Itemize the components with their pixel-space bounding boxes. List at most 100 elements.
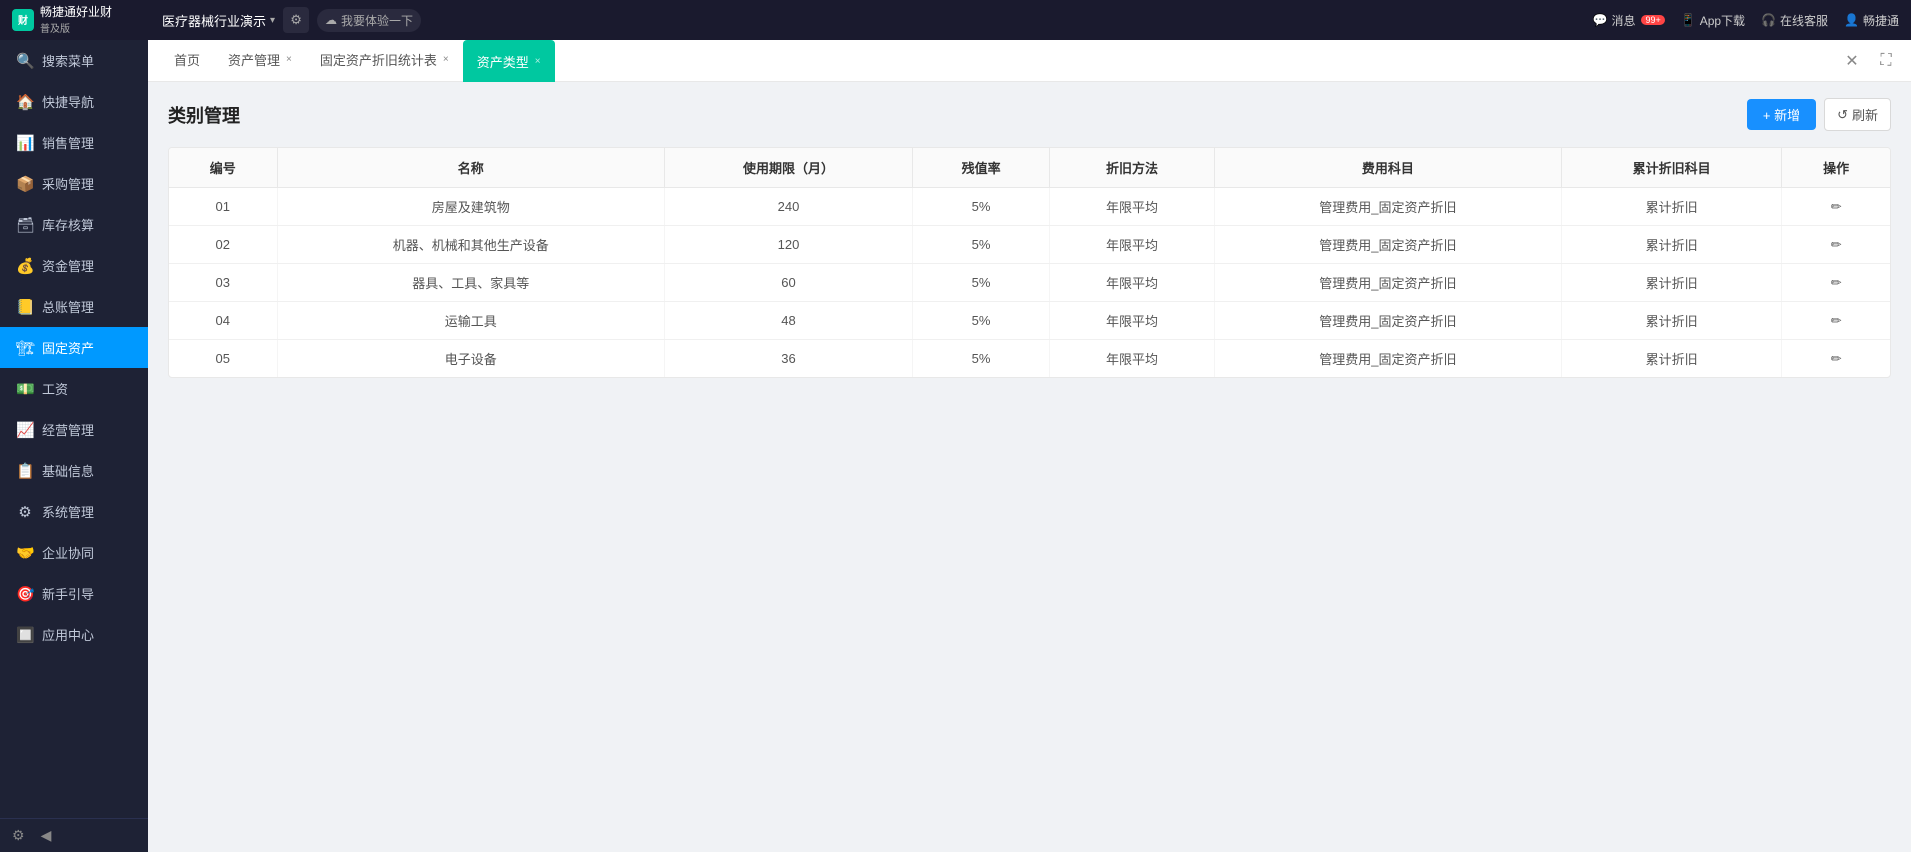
- inventory-icon: 🗃: [16, 216, 34, 234]
- download-icon: 📱: [1681, 13, 1696, 27]
- cell-action[interactable]: ✏: [1782, 188, 1890, 226]
- sidebar-item-salary[interactable]: 💵 工资: [0, 368, 148, 409]
- col-header-method: 折旧方法: [1050, 148, 1215, 188]
- settings-bottom-icon[interactable]: ⚙: [12, 827, 25, 844]
- cell-action[interactable]: ✏: [1782, 264, 1890, 302]
- cell-method: 年限平均: [1050, 188, 1215, 226]
- cell-action[interactable]: ✏: [1782, 340, 1890, 378]
- sidebar-item-label: 企业协同: [42, 543, 94, 562]
- cell-expense: 管理费用_固定资产折旧: [1214, 226, 1561, 264]
- sidebar-item-label: 资金管理: [42, 256, 94, 275]
- sidebar-item-fixed-assets[interactable]: 🏗 固定资产: [0, 327, 148, 368]
- logo-title: 畅捷通好业财: [40, 5, 112, 19]
- tab-asset-type[interactable]: 资产类型×: [463, 40, 555, 82]
- cell-accum: 累计折旧: [1561, 340, 1781, 378]
- enterprise-icon: 🤝: [16, 544, 34, 562]
- cloud-icon: ☁: [325, 13, 337, 27]
- cell-method: 年限平均: [1050, 340, 1215, 378]
- close-tab-button[interactable]: ✕: [1839, 48, 1865, 74]
- sidebar-item-capital[interactable]: 💰 资金管理: [0, 245, 148, 286]
- purchase-icon: 📦: [16, 175, 34, 193]
- data-table: 编号名称使用期限（月）残值率折旧方法费用科目累计折旧科目操作 01房屋及建筑物2…: [168, 147, 1891, 378]
- sidebar-item-search[interactable]: 🔍 搜索菜单: [0, 40, 148, 81]
- cell-name[interactable]: 电子设备: [277, 340, 664, 378]
- cell-period: 48: [664, 302, 912, 340]
- col-header-expense: 费用科目: [1214, 148, 1561, 188]
- sidebar-item-purchase[interactable]: 📦 采购管理: [0, 163, 148, 204]
- cell-name[interactable]: 运输工具: [277, 302, 664, 340]
- topbar: 财 畅捷通好业财 普及版 医疗器械行业演示 ▾ ⚙ ☁ 我要体验一下 💬 消息 …: [0, 0, 1911, 40]
- cell-name[interactable]: 机器、机械和其他生产设备: [277, 226, 664, 264]
- cell-name[interactable]: 房屋及建筑物: [277, 188, 664, 226]
- cell-action[interactable]: ✏: [1782, 226, 1890, 264]
- table-row: 02机器、机械和其他生产设备1205%年限平均管理费用_固定资产折旧累计折旧✏: [169, 226, 1890, 264]
- cell-method: 年限平均: [1050, 226, 1215, 264]
- sidebar-item-app-center[interactable]: 🔲 应用中心: [0, 614, 148, 655]
- quick-nav-icon: 🏠: [16, 93, 34, 111]
- experience-button[interactable]: ☁ 我要体验一下: [317, 9, 421, 32]
- sidebar-item-inventory[interactable]: 🗃 库存核算: [0, 204, 148, 245]
- logo-subtitle: 普及版: [40, 20, 112, 35]
- settings-button[interactable]: ⚙: [283, 7, 309, 33]
- notification-label: 消息: [1611, 12, 1635, 29]
- notification-badge: 99+: [1641, 15, 1664, 25]
- tab-home[interactable]: 首页: [160, 40, 214, 82]
- headset-icon: 🎧: [1761, 13, 1776, 27]
- page-content: 类别管理 + 新增 ↺ 刷新 编号名称使用期限（月）残值率折旧方法费用科目累计折…: [148, 82, 1911, 852]
- sidebar-bottom: ⚙ ◀: [0, 818, 148, 852]
- tab-asset-mgmt[interactable]: 资产管理 ×: [214, 40, 306, 82]
- maximize-tab-button[interactable]: ⛶: [1873, 48, 1899, 74]
- refresh-button[interactable]: ↺ 刷新: [1824, 98, 1891, 131]
- sidebar-item-basic-info[interactable]: 📋 基础信息: [0, 450, 148, 491]
- close-tab-asset-type-button[interactable]: ×: [535, 56, 541, 67]
- salary-icon: 💵: [16, 380, 34, 398]
- sidebar-item-guide[interactable]: 🎯 新手引导: [0, 573, 148, 614]
- cell-period: 120: [664, 226, 912, 264]
- table-row: 03器具、工具、家具等605%年限平均管理费用_固定资产折旧累计折旧✏: [169, 264, 1890, 302]
- tab-label-asset-mgmt: 资产管理: [228, 50, 280, 69]
- sidebar-item-system[interactable]: ⚙ 系统管理: [0, 491, 148, 532]
- tab-depreciation-report[interactable]: 固定资产折旧统计表×: [306, 40, 463, 82]
- ledger-icon: 📒: [16, 298, 34, 316]
- sidebar-item-label: 系统管理: [42, 502, 94, 521]
- cell-expense: 管理费用_固定资产折旧: [1214, 302, 1561, 340]
- gear-icon: ⚙: [290, 12, 302, 28]
- page-header: 类别管理 + 新增 ↺ 刷新: [168, 98, 1891, 131]
- cell-accum: 累计折旧: [1561, 264, 1781, 302]
- sidebar-item-label: 应用中心: [42, 625, 94, 644]
- company-selector[interactable]: 医疗器械行业演示 ▾: [162, 11, 275, 30]
- close-tab-asset-mgmt-button[interactable]: ×: [286, 54, 292, 65]
- sidebar-item-label: 新手引导: [42, 584, 94, 603]
- app-download-button[interactable]: 📱 App下载: [1681, 12, 1745, 29]
- user-button[interactable]: 👤 畅捷通: [1844, 12, 1899, 29]
- sidebar-item-sales[interactable]: 📊 销售管理: [0, 122, 148, 163]
- sidebar-item-quick-nav[interactable]: 🏠 快捷导航: [0, 81, 148, 122]
- topbar-right: 💬 消息 99+ 📱 App下载 🎧 在线客服 👤 畅捷通: [1593, 12, 1900, 29]
- tab-actions: ✕ ⛶: [1839, 48, 1899, 74]
- cell-residual: 5%: [913, 302, 1050, 340]
- app-center-icon: 🔲: [16, 626, 34, 644]
- fixed-assets-icon: 🏗: [16, 339, 34, 357]
- cell-name[interactable]: 器具、工具、家具等: [277, 264, 664, 302]
- operation-icon: 📈: [16, 421, 34, 439]
- cell-method: 年限平均: [1050, 302, 1215, 340]
- content-area: 首页资产管理×固定资产折旧统计表×资产类型× ✕ ⛶ 类别管理 + 新增 ↺ 刷…: [148, 40, 1911, 852]
- col-header-period: 使用期限（月）: [664, 148, 912, 188]
- online-service-button[interactable]: 🎧 在线客服: [1761, 12, 1828, 29]
- cell-residual: 5%: [913, 226, 1050, 264]
- toggle-sidebar-icon[interactable]: ◀: [41, 827, 52, 844]
- guide-icon: 🎯: [16, 585, 34, 603]
- sidebar-item-label: 固定资产: [42, 338, 94, 357]
- table-row: 01房屋及建筑物2405%年限平均管理费用_固定资产折旧累计折旧✏: [169, 188, 1890, 226]
- notification-button[interactable]: 💬 消息 99+: [1593, 12, 1665, 29]
- cell-accum: 累计折旧: [1561, 188, 1781, 226]
- company-name: 医疗器械行业演示: [162, 11, 266, 30]
- sidebar-item-enterprise[interactable]: 🤝 企业协同: [0, 532, 148, 573]
- sidebar-item-ledger[interactable]: 📒 总账管理: [0, 286, 148, 327]
- sidebar-item-operation[interactable]: 📈 经营管理: [0, 409, 148, 450]
- main-layout: 🔍 搜索菜单 🏠 快捷导航 📊 销售管理 📦 采购管理 🗃 库存核算 💰 资金管…: [0, 40, 1911, 852]
- new-button[interactable]: + 新增: [1747, 99, 1816, 130]
- col-header-name: 名称: [277, 148, 664, 188]
- cell-action[interactable]: ✏: [1782, 302, 1890, 340]
- close-tab-depreciation-report-button[interactable]: ×: [443, 54, 449, 65]
